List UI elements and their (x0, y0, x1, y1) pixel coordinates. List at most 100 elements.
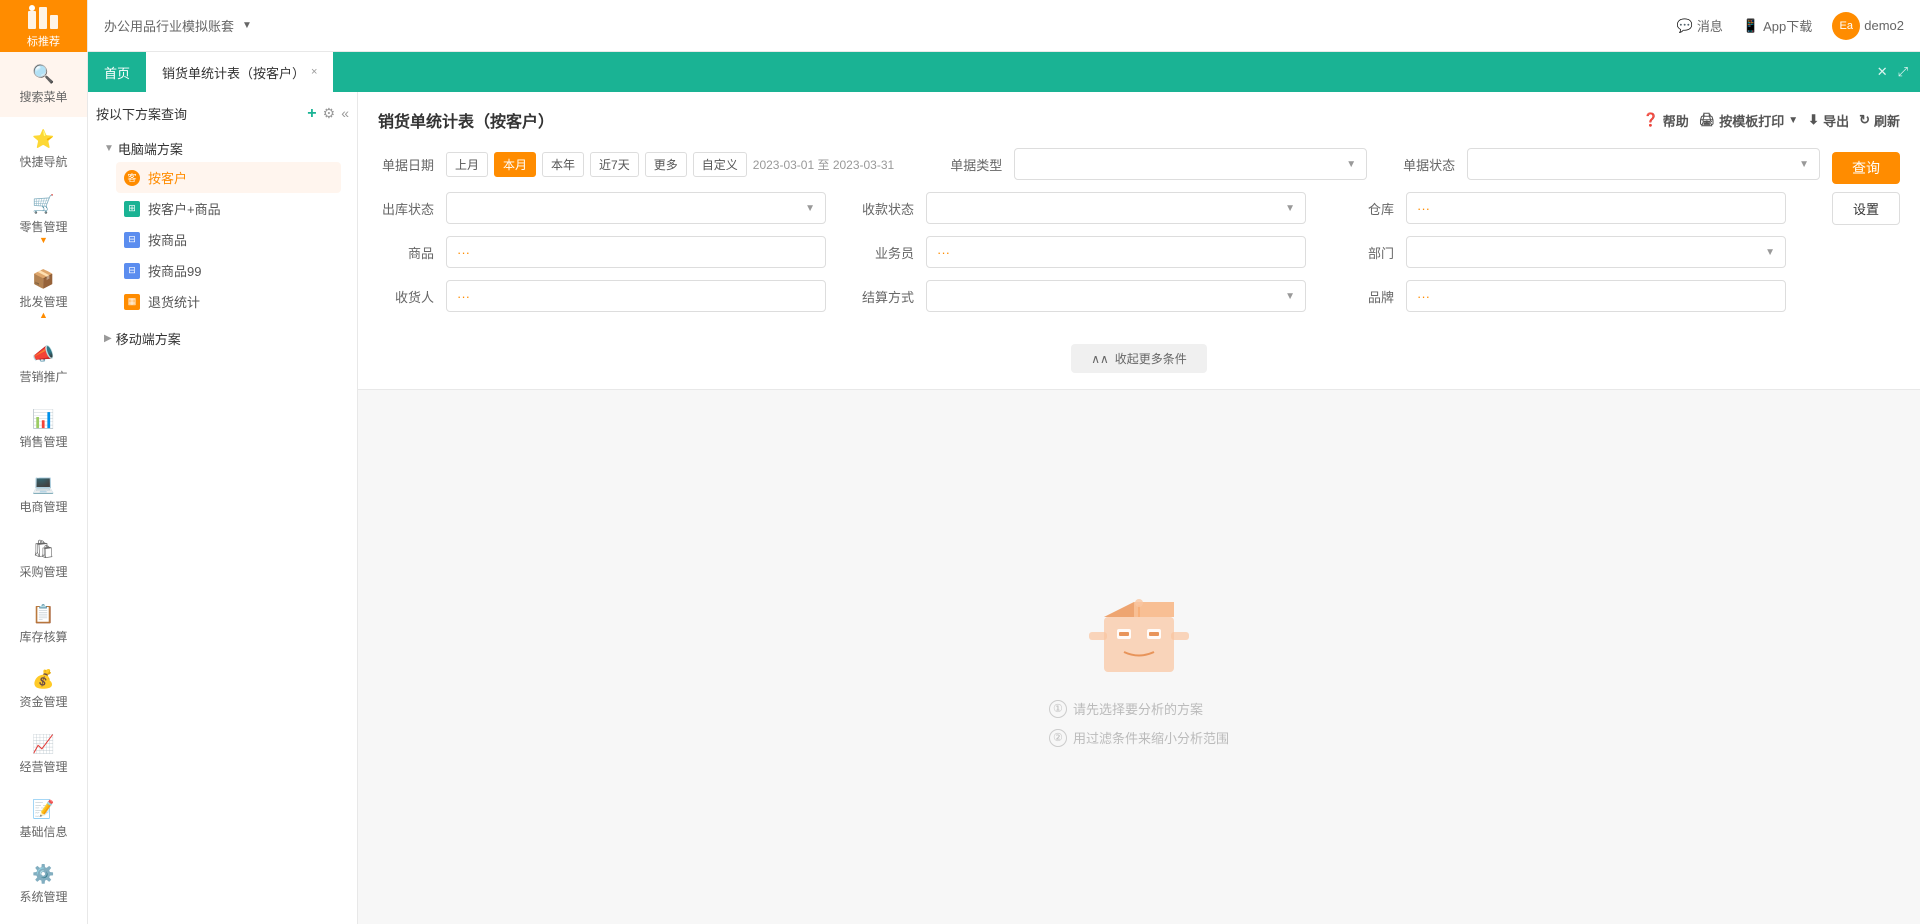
sidebar-label-marketing: 营销推广 (19, 368, 67, 385)
sidebar-item-operation[interactable]: 📈 经营管理 (0, 722, 87, 787)
sidebar-item-inventory[interactable]: 📋 库存核算 (0, 592, 87, 657)
page-title-text: 销货单统计表（按客户） (378, 108, 554, 132)
ecommerce-icon: 💻 (32, 474, 54, 495)
sidebar-item-basic[interactable]: 📝 基础信息 (0, 787, 87, 852)
brand-dots: ··· (1417, 289, 1430, 304)
date-btn-last-month[interactable]: 上月 (446, 152, 488, 177)
date-btn-custom[interactable]: 自定义 (693, 152, 747, 177)
sidebar-item-system[interactable]: ⚙️ 系统管理 (0, 852, 87, 917)
add-scheme-btn[interactable]: + (307, 105, 316, 123)
doc-status-label: 单据状态 (1399, 155, 1455, 174)
sidebar-item-retail[interactable]: 🛒 零售管理 ▼ (0, 182, 87, 257)
recipient-select[interactable]: ··· (446, 280, 826, 312)
left-panel-actions: + ⚙ « (307, 105, 349, 123)
scheme-return-stats-icon: ▦ (124, 294, 140, 310)
filter-action-buttons: 查询 设置 (1832, 148, 1900, 225)
sidebar-label-finance: 资金管理 (19, 693, 67, 710)
sidebar-label-basic: 基础信息 (19, 823, 67, 840)
maximize-window-icon[interactable]: ⤢ (1898, 64, 1908, 80)
help-icon: ❓ (1643, 112, 1659, 128)
purchase-icon: 🛍 (32, 539, 55, 560)
brand-select[interactable]: ··· (1406, 280, 1786, 312)
date-btn-this-year[interactable]: 本年 (542, 152, 584, 177)
doc-type-select[interactable]: ▼ (1014, 148, 1367, 180)
sidebar-menu: 🔍 搜索菜单 ⭐ 快捷导航 🛒 零售管理 ▼ 📦 批发管理 ▲ 📣 营销推广 📊… (0, 52, 87, 924)
scheme-product[interactable]: ⊟ 按商品 (116, 224, 341, 255)
product-select[interactable]: ··· (446, 236, 826, 268)
app-download-icon: 📱 (1743, 18, 1759, 34)
product-label: 商品 (378, 243, 434, 262)
collapse-panel-btn[interactable]: « (341, 105, 349, 123)
sidebar-item-search[interactable]: 🔍 搜索菜单 (0, 52, 87, 117)
outbound-select[interactable]: ▼ (446, 192, 826, 224)
recipient-dots: ··· (457, 289, 470, 304)
date-btn-more[interactable]: 更多 (645, 152, 687, 177)
refresh-btn[interactable]: ↻ 刷新 (1859, 111, 1900, 130)
scheme-return-stats[interactable]: ▦ 退货统计 (116, 286, 341, 317)
payment-select[interactable]: ▼ (926, 192, 1306, 224)
close-window-icon[interactable]: ✕ (1877, 64, 1888, 80)
sidebar-item-sales[interactable]: 📊 销售管理 (0, 397, 87, 462)
scheme-product99-label: 按商品99 (148, 261, 201, 280)
collapse-icon: ∧∧ (1091, 352, 1109, 366)
warehouse-select[interactable]: ··· (1406, 192, 1786, 224)
scheme-customer-icon: 客 (124, 170, 140, 186)
header-right: 💬 消息 📱 App下载 Ea demo2 (1677, 12, 1904, 40)
tab-maximize-area: ✕ ⤢ (1877, 64, 1920, 80)
collapse-bar[interactable]: ∧∧ 收起更多条件 (1071, 344, 1207, 373)
user-menu[interactable]: Ea demo2 (1832, 12, 1904, 40)
print-btn[interactable]: 🖨 按模板打印 ▼ (1699, 111, 1798, 130)
date-btn-7days[interactable]: 近7天 (590, 152, 639, 177)
scheme-product99[interactable]: ⊟ 按商品99 (116, 255, 341, 286)
doc-status-select[interactable]: ▼ (1467, 148, 1820, 180)
department-select[interactable]: ▼ (1406, 236, 1786, 268)
tree-expand-icon[interactable]: ▼ (104, 143, 114, 154)
tree-desktop-section: ▼ 电脑端方案 客 按客户 ⊞ 按客户+商品 (96, 133, 349, 323)
sidebar-item-marketing[interactable]: 📣 营销推广 (0, 332, 87, 397)
tab-close-icon[interactable]: × (311, 66, 317, 78)
date-label: 单据日期 (378, 155, 434, 174)
sidebar-item-quick[interactable]: ⭐ 快捷导航 (0, 117, 87, 182)
sidebar-item-enterprise[interactable]: 🤝 企业协同 (0, 917, 87, 924)
sidebar-item-wholesale[interactable]: 📦 批发管理 ▲ (0, 257, 87, 332)
page-content: 按以下方案查询 + ⚙ « ▼ 电脑端方案 客 (88, 92, 1920, 924)
tab-home[interactable]: 首页 (88, 52, 146, 92)
settlement-select[interactable]: ▼ (926, 280, 1306, 312)
avatar: Ea (1832, 12, 1860, 40)
setting-button[interactable]: 设置 (1832, 192, 1900, 225)
sidebar-item-finance[interactable]: 💰 资金管理 (0, 657, 87, 722)
scheme-customer[interactable]: 客 按客户 (116, 162, 341, 193)
tree-parent-desktop: ▼ 电脑端方案 (104, 139, 341, 158)
filter-fields: 单据日期 上月 本月 本年 近7天 更多 自定义 2023-03-01 至 20… (378, 148, 1820, 324)
sidebar-item-ecommerce[interactable]: 💻 电商管理 (0, 462, 87, 527)
message-btn[interactable]: 💬 消息 (1677, 16, 1723, 35)
salesperson-select[interactable]: ··· (926, 236, 1306, 268)
active-tab-label: 销货单统计表（按客户） (162, 63, 305, 82)
export-btn[interactable]: ⬇ 导出 (1808, 111, 1849, 130)
app-download-btn[interactable]: 📱 App下载 (1743, 16, 1812, 35)
step-1-text: 请先选择要分析的方案 (1073, 699, 1203, 718)
tree-mobile-expand-icon[interactable]: ▶ (104, 333, 112, 344)
warehouse-dots: ··· (1417, 201, 1430, 216)
message-label: 消息 (1697, 16, 1723, 35)
query-button[interactable]: 查询 (1832, 152, 1900, 184)
payment-label: 收款状态 (858, 199, 914, 218)
message-icon: 💬 (1677, 18, 1693, 34)
industry-dropdown-icon[interactable]: ▼ (242, 20, 252, 31)
sidebar: 标推荐 🔍 搜索菜单 ⭐ 快捷导航 🛒 零售管理 ▼ 📦 批发管理 ▲ 📣 营销… (0, 0, 88, 924)
mobile-section-label: 移动端方案 (116, 329, 181, 348)
print-dropdown-icon[interactable]: ▼ (1788, 115, 1798, 126)
scheme-product-icon: ⊟ (124, 232, 140, 248)
filter-main: 单据日期 上月 本月 本年 近7天 更多 自定义 2023-03-01 至 20… (378, 148, 1900, 324)
help-btn[interactable]: ❓ 帮助 (1643, 111, 1689, 130)
desktop-section-label: 电脑端方案 (118, 139, 183, 158)
sidebar-label-purchase: 采购管理 (19, 563, 67, 580)
retail-icon: 🛒 (32, 194, 54, 215)
step-num-2: ② (1049, 729, 1067, 747)
scheme-customer-product[interactable]: ⊞ 按客户+商品 (116, 193, 341, 224)
settings-scheme-btn[interactable]: ⚙ (323, 105, 336, 123)
tab-sales-stats[interactable]: 销货单统计表（按客户） × (146, 52, 333, 92)
sidebar-item-purchase[interactable]: 🛍 采购管理 (0, 527, 87, 592)
date-btn-this-month[interactable]: 本月 (494, 152, 536, 177)
doc-type-dropdown-icon: ▼ (1346, 159, 1356, 170)
